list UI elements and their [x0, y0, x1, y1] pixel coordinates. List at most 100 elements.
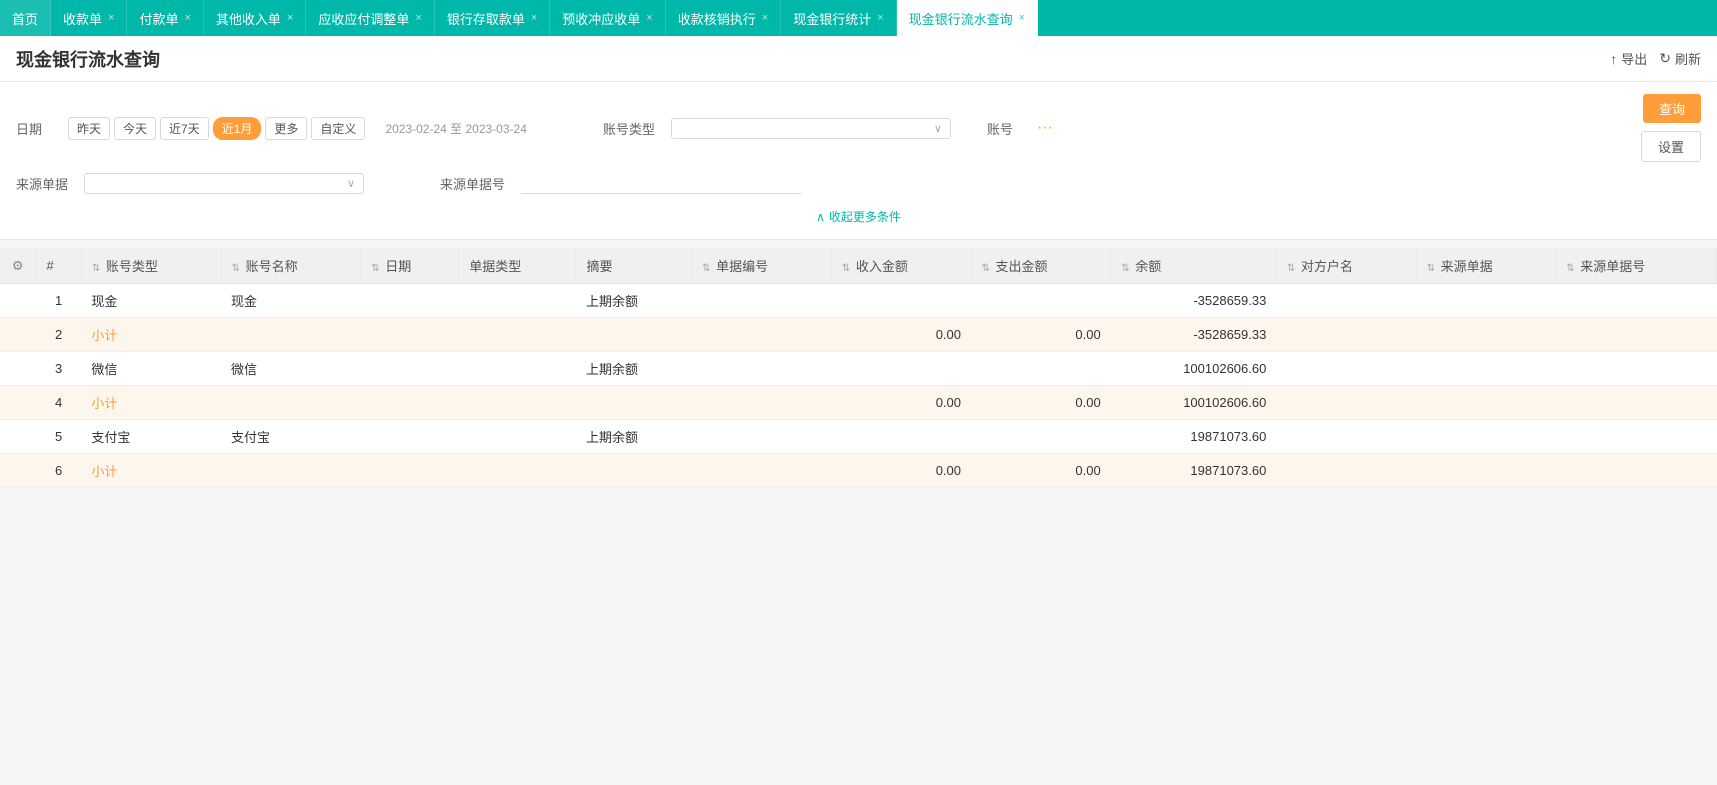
close-icon[interactable]: ×: [184, 12, 190, 24]
cell-summary: [576, 318, 692, 352]
nav-item-cash-flow[interactable]: 现金银行流水查询 ×: [897, 0, 1038, 36]
cell-source-doc: [1416, 318, 1556, 352]
cell-counterparty: [1276, 352, 1416, 386]
table-row[interactable]: 5支付宝支付宝上期余额19871073.60: [0, 420, 1717, 454]
table-body: 1现金现金上期余额-3528659.332小计0.000.00-3528659.…: [0, 284, 1717, 488]
table-row[interactable]: 1现金现金上期余额-3528659.33: [0, 284, 1717, 318]
column-summary: 摘要: [576, 248, 692, 284]
cell-account-type: 微信: [81, 352, 221, 386]
nav-item-collection[interactable]: 收款核销执行 ×: [666, 0, 781, 36]
cell-counterparty: [1276, 318, 1416, 352]
dropdown-icon: ∨: [934, 122, 942, 135]
gear-icon[interactable]: ⚙: [12, 258, 24, 273]
cell-source-doc: [1416, 386, 1556, 420]
nav-item-label: 首页: [12, 9, 38, 28]
nav-item-label: 其他收入单: [216, 9, 281, 28]
cell-doc-type: [459, 454, 576, 488]
cell-balance: 19871073.60: [1111, 420, 1277, 454]
nav-item-ap-ar[interactable]: 应收应付调整单 ×: [306, 0, 434, 36]
close-icon[interactable]: ×: [1019, 12, 1025, 24]
date-btn-7days[interactable]: 近7天: [160, 117, 209, 140]
nav-item-home[interactable]: 首页: [0, 0, 51, 36]
column-doc-no[interactable]: ⇅ 单据编号: [692, 248, 832, 284]
nav-item-receipt[interactable]: 收款单 ×: [51, 0, 127, 36]
close-icon[interactable]: ×: [531, 12, 537, 24]
date-btn-1month[interactable]: 近1月: [213, 117, 262, 140]
table-row[interactable]: 3微信微信上期余额100102606.60: [0, 352, 1717, 386]
cell-date: [361, 420, 459, 454]
source-doc-no-input[interactable]: [521, 172, 801, 194]
collapse-bar[interactable]: ∧ 收起更多条件: [16, 204, 1701, 227]
cell-balance: 19871073.60: [1111, 454, 1277, 488]
column-balance[interactable]: ⇅ 余额: [1111, 248, 1277, 284]
table-row[interactable]: 4小计0.000.00100102606.60: [0, 386, 1717, 420]
setting-button[interactable]: 设置: [1641, 131, 1701, 162]
date-btn-custom[interactable]: 自定义: [311, 117, 365, 140]
column-account-type[interactable]: ⇅ 账号类型: [81, 248, 221, 284]
date-btn-yesterday[interactable]: 昨天: [68, 117, 110, 140]
column-date[interactable]: ⇅ 日期: [361, 248, 459, 284]
cell-account-name: [221, 386, 361, 420]
close-icon[interactable]: ×: [646, 12, 652, 24]
account-type-label: 账号类型: [603, 119, 655, 138]
cell-summary: 上期余额: [576, 352, 692, 386]
cell-balance: -3528659.33: [1111, 284, 1277, 318]
cell-expense: [971, 420, 1111, 454]
table-row[interactable]: 2小计0.000.00-3528659.33: [0, 318, 1717, 352]
column-account-name[interactable]: ⇅ 账号名称: [221, 248, 361, 284]
close-icon[interactable]: ×: [762, 12, 768, 24]
cell-income: [831, 420, 971, 454]
column-income[interactable]: ⇅ 收入金额: [831, 248, 971, 284]
column-source-doc-no[interactable]: ⇅ 来源单据号: [1556, 248, 1717, 284]
table-row[interactable]: 6小计0.000.0019871073.60: [0, 454, 1717, 488]
close-icon[interactable]: ×: [108, 12, 114, 24]
cell-account-type: 小计: [81, 386, 221, 420]
source-doc-select[interactable]: ∨: [84, 173, 364, 194]
nav-item-label: 预收冲应收单: [562, 9, 640, 28]
column-source-doc[interactable]: ⇅ 来源单据: [1416, 248, 1556, 284]
export-button[interactable]: ↑ 导出: [1610, 49, 1647, 68]
page-header: 现金银行流水查询 ↑ 导出 ↻ 刷新: [0, 36, 1717, 82]
account-type-select[interactable]: ∨: [671, 118, 951, 139]
data-table-container: ⚙ # ⇅ 账号类型 ⇅ 账号名称 ⇅ 日期 单据类型: [0, 248, 1717, 488]
cell-summary: [576, 386, 692, 420]
date-btn-more[interactable]: 更多: [265, 117, 307, 140]
cell-date: [361, 284, 459, 318]
cell-counterparty: [1276, 284, 1416, 318]
filter-area: 日期 昨天 今天 近7天 近1月 更多 自定义 2023-02-24 至 202…: [0, 82, 1717, 240]
cell-income: [831, 284, 971, 318]
column-gear[interactable]: ⚙: [0, 248, 36, 284]
cell-income: [831, 352, 971, 386]
cell-income: 0.00: [831, 318, 971, 352]
nav-item-other-income[interactable]: 其他收入单 ×: [204, 0, 306, 36]
cell-summary: 上期余额: [576, 420, 692, 454]
cell-account-name: [221, 318, 361, 352]
cell-expense: [971, 352, 1111, 386]
column-counterparty[interactable]: ⇅ 对方户名: [1276, 248, 1416, 284]
page-title: 现金银行流水查询: [16, 46, 160, 72]
close-icon[interactable]: ×: [415, 12, 421, 24]
close-icon[interactable]: ×: [287, 12, 293, 24]
cell-source-doc-no: [1556, 352, 1717, 386]
cell-source-doc: [1416, 352, 1556, 386]
cell-gear: [0, 352, 36, 386]
nav-item-prepay[interactable]: 预收冲应收单 ×: [550, 0, 665, 36]
cell-account-name: 现金: [221, 284, 361, 318]
cell-expense: [971, 284, 1111, 318]
column-expense[interactable]: ⇅ 支出金额: [971, 248, 1111, 284]
cell-expense: 0.00: [971, 454, 1111, 488]
cell-source-doc: [1416, 454, 1556, 488]
action-buttons: 查询 设置: [1641, 94, 1701, 162]
date-btn-today[interactable]: 今天: [114, 117, 156, 140]
query-button[interactable]: 查询: [1643, 94, 1701, 123]
account-no-ellipsis[interactable]: ···: [1037, 119, 1053, 137]
refresh-button[interactable]: ↻ 刷新: [1659, 49, 1701, 68]
column-doc-type: 单据类型: [459, 248, 576, 284]
cell-source-doc-no: [1556, 318, 1717, 352]
nav-item-cash-stat[interactable]: 现金银行统计 ×: [781, 0, 896, 36]
nav-item-bank-deposit[interactable]: 银行存取款单 ×: [435, 0, 550, 36]
cell-doc-type: [459, 420, 576, 454]
nav-item-payment[interactable]: 付款单 ×: [127, 0, 203, 36]
close-icon[interactable]: ×: [877, 12, 883, 24]
cell-account-name: 微信: [221, 352, 361, 386]
